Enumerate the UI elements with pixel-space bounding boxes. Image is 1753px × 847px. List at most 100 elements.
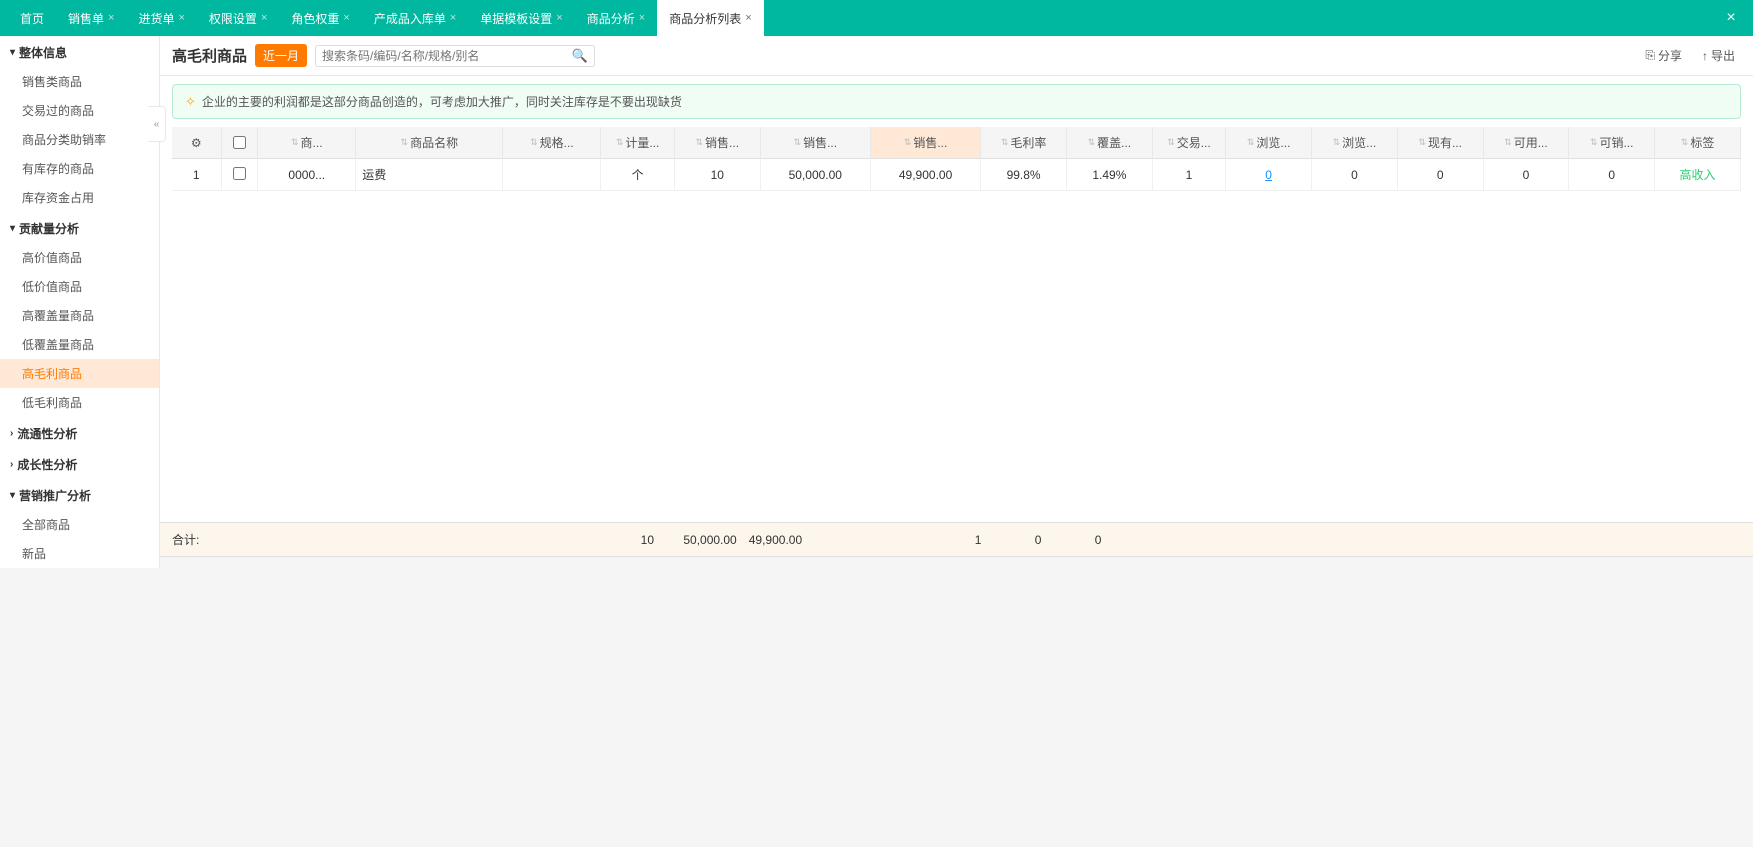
nav-close-product-analysis[interactable]: × [639,12,645,24]
col-header-coverage[interactable]: ⇅ 覆盖... [1066,127,1152,159]
sidebar-item-low-value[interactable]: 低价值商品 [0,272,159,301]
sidebar-item-stocked-goods[interactable]: 有库存的商品 [0,154,159,183]
nav-template[interactable]: 单据模板设置 × [468,0,574,36]
cell-browse1[interactable]: 0 [1226,159,1312,191]
cell-spec [503,159,601,191]
sidebar-item-category-rate[interactable]: 商品分类助销率 [0,125,159,154]
col-sort-icon-gross-rate: ⇅ [1001,137,1009,148]
col-header-browse2[interactable]: ⇅ 浏览... [1312,127,1398,159]
col-header-name[interactable]: ⇅ 商品名称 [356,127,503,159]
col-header-check [221,127,258,159]
sidebar-section-overall[interactable]: ▾ 整体信息 [0,36,159,67]
sidebar: ▾ 整体信息 销售类商品 交易过的商品 商品分类助销率 有库存的商品 库存资金占… [0,36,160,568]
nav-close-permissions[interactable]: × [261,12,267,24]
footer-browse2: 0 [1068,533,1128,547]
sidebar-section-liquidity[interactable]: › 流通性分析 [0,417,159,448]
nav-close-roles[interactable]: × [343,12,349,24]
footer-sales-profit: 49,900.00 [743,533,808,547]
cell-stock2: 0 [1483,159,1569,191]
page-title: 高毛利商品 [172,45,247,66]
footer-sales-qty: 10 [617,533,677,547]
nav-permissions[interactable]: 权限设置 × [197,0,279,36]
nav-purchase[interactable]: 进货单 × [126,0,196,36]
info-icon: ✧ [185,94,196,110]
cell-code: 0000... [258,159,356,191]
nav-close-template[interactable]: × [556,12,562,24]
col-header-stock2[interactable]: ⇅ 可用... [1483,127,1569,159]
nav-home[interactable]: 首页 [8,0,56,36]
sidebar-item-low-coverage[interactable]: 低覆盖量商品 [0,330,159,359]
sidebar-item-high-margin[interactable]: 高毛利商品 [0,359,159,388]
col-header-browse1[interactable]: ⇅ 浏览... [1226,127,1312,159]
nav-close-product-analysis-list[interactable]: × [745,12,751,24]
footer-sales-amt: 50,000.00 [677,533,742,547]
scroll-bar-area[interactable] [160,556,1753,568]
settings-icon[interactable]: ⚙ [191,136,202,150]
cell-check[interactable] [221,159,258,191]
col-header-unit[interactable]: ⇅ 计量... [601,127,675,159]
nav-product-analysis-list[interactable]: 商品分析列表 × [657,0,763,36]
search-input[interactable] [322,49,572,63]
nav-product-analysis[interactable]: 商品分析 × [575,0,657,36]
layout-wrapper: « ▾ 整体信息 销售类商品 交易过的商品 商品分类助销率 有库存的商品 库存资… [0,36,1753,568]
sidebar-item-all-goods[interactable]: 全部商品 [0,510,159,539]
sidebar-collapse-button[interactable]: « [148,106,166,142]
col-sort-icon-stock1: ⇅ [1418,137,1426,148]
sidebar-section-contribution[interactable]: ▾ 贡献量分析 [0,212,159,243]
col-header-code[interactable]: ⇅ 商... [258,127,356,159]
nav-close-sales[interactable]: × [108,12,114,24]
share-button[interactable]: ⎘ 分享 [1639,44,1688,67]
col-header-sales-profit[interactable]: ⇅ 销售... [870,127,980,159]
section-arrow-contribution: ▾ [10,223,15,234]
col-header-sales-qty[interactable]: ⇅ 销售... [674,127,760,159]
nav-production[interactable]: 产成品入库单 × [362,0,468,36]
row-checkbox[interactable] [233,167,246,180]
footer-label: 合计: [172,531,199,548]
sidebar-item-low-margin[interactable]: 低毛利商品 [0,388,159,417]
col-sort-icon-sales-profit: ⇅ [904,137,912,148]
search-icon[interactable]: 🔍 [572,48,588,64]
col-header-trade[interactable]: ⇅ 交易... [1152,127,1226,159]
section-arrow-liquidity: › [10,428,13,439]
section-arrow-growth: › [10,459,13,470]
sidebar-item-traded-goods[interactable]: 交易过的商品 [0,96,159,125]
sidebar-item-high-coverage[interactable]: 高覆盖量商品 [0,301,159,330]
cell-sales-profit: 49,900.00 [870,159,980,191]
col-sort-icon-saleable: ⇅ [1590,137,1598,148]
table-header-row: ⚙ ⇅ 商... [172,127,1741,159]
sidebar-item-high-value[interactable]: 高价值商品 [0,243,159,272]
share-icon: ⎘ [1645,48,1655,63]
content-header: 高毛利商品 近一月 🔍 ⎘ 分享 ↑ 导出 [160,36,1753,76]
col-header-spec[interactable]: ⇅ 规格... [503,127,601,159]
export-icon: ↑ [1702,49,1708,63]
col-header-stock1[interactable]: ⇅ 现有... [1397,127,1483,159]
col-sort-icon-name: ⇅ [401,137,409,148]
sidebar-section-growth[interactable]: › 成长性分析 [0,448,159,479]
col-sort-icon-spec: ⇅ [530,137,538,148]
col-header-gross-rate[interactable]: ⇅ 毛利率 [981,127,1067,159]
col-header-sales-amt[interactable]: ⇅ 销售... [760,127,870,159]
header-actions: ⎘ 分享 ↑ 导出 [1639,44,1741,67]
sidebar-section-marketing[interactable]: ▾ 营销推广分析 [0,479,159,510]
nav-sales[interactable]: 销售单 × [56,0,126,36]
cell-tag: 高收入 [1655,159,1741,191]
cell-browse2: 0 [1312,159,1398,191]
nav-close-production[interactable]: × [450,12,456,24]
nav-close-purchase[interactable]: × [178,12,184,24]
content-area: 高毛利商品 近一月 🔍 ⎘ 分享 ↑ 导出 ✧ 企业的主要的利润都是这部分商品创… [160,36,1753,568]
sidebar-item-sales-goods[interactable]: 销售类商品 [0,67,159,96]
nav-roles[interactable]: 角色权重 × [279,0,361,36]
col-header-tag[interactable]: ⇅ 标签 [1655,127,1741,159]
footer-trade: 1 [948,533,1008,547]
app-close-button[interactable]: × [1717,4,1745,32]
cell-num: 1 [172,159,221,191]
col-sort-icon-unit: ⇅ [616,137,624,148]
select-all-checkbox[interactable] [233,136,246,149]
time-filter-button[interactable]: 近一月 [255,44,307,67]
cell-coverage: 1.49% [1066,159,1152,191]
col-header-saleable[interactable]: ⇅ 可销... [1569,127,1655,159]
cell-trade: 1 [1152,159,1226,191]
export-button[interactable]: ↑ 导出 [1696,44,1741,67]
sidebar-item-stock-capital[interactable]: 库存资金占用 [0,183,159,212]
sidebar-item-new-goods[interactable]: 新品 [0,539,159,568]
